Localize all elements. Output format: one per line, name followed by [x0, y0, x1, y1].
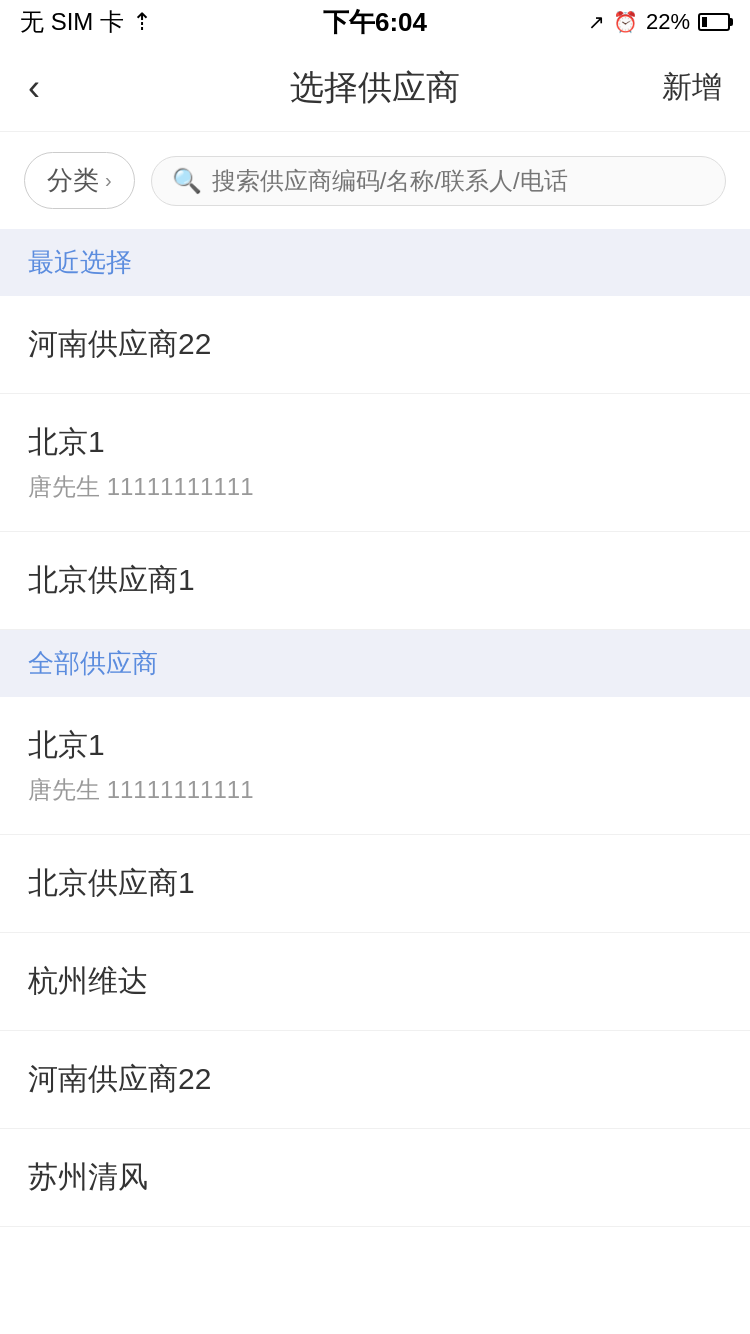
all-section-header: 全部供应商 [0, 630, 750, 697]
list-item[interactable]: 苏州清风 [0, 1129, 750, 1227]
battery-percent: 22% [646, 9, 690, 35]
list-item[interactable]: 北京1 唐先生 11111111111 [0, 394, 750, 532]
item-name: 苏州清风 [28, 1157, 722, 1198]
list-item[interactable]: 河南供应商22 [0, 1031, 750, 1129]
list-item[interactable]: 北京供应商1 [0, 835, 750, 933]
chevron-right-icon: › [105, 169, 112, 192]
search-box: 🔍 [151, 156, 726, 206]
status-right: ↗ ⏰ 22% [588, 9, 730, 35]
item-name: 河南供应商22 [28, 324, 722, 365]
list-item[interactable]: 北京供应商1 [0, 532, 750, 630]
nav-bar: ‹ 选择供应商 新增 [0, 44, 750, 132]
category-label: 分类 [47, 163, 99, 198]
item-sub: 唐先生 11111111111 [28, 471, 722, 503]
item-name: 北京1 [28, 725, 722, 766]
search-icon: 🔍 [172, 167, 202, 195]
recent-items-list: 河南供应商22 北京1 唐先生 11111111111 北京供应商1 [0, 296, 750, 630]
category-button[interactable]: 分类 › [24, 152, 135, 209]
item-sub: 唐先生 11111111111 [28, 774, 722, 806]
list-item[interactable]: 河南供应商22 [0, 296, 750, 394]
item-name: 北京供应商1 [28, 560, 722, 601]
list-item[interactable]: 杭州维达 [0, 933, 750, 1031]
location-icon: ↗ [588, 10, 605, 34]
status-bar: 无 SIM 卡 ⇡ 下午6:04 ↗ ⏰ 22% [0, 0, 750, 44]
back-button[interactable]: ‹ [28, 67, 88, 109]
alarm-icon: ⏰ [613, 10, 638, 34]
add-button[interactable]: 新增 [662, 67, 722, 108]
item-name: 北京供应商1 [28, 863, 722, 904]
all-items-list: 北京1 唐先生 11111111111 北京供应商1 杭州维达河南供应商22 苏州清风 [0, 697, 750, 1227]
all-section-label: 全部供应商 [28, 648, 158, 678]
status-left: 无 SIM 卡 ⇡ [20, 6, 152, 38]
filter-bar: 分类 › 🔍 [0, 132, 750, 229]
recent-section-header: 最近选择 [0, 229, 750, 296]
search-input[interactable] [212, 167, 705, 195]
list-item[interactable]: 北京1 唐先生 11111111111 [0, 697, 750, 835]
no-sim-text: 无 SIM 卡 [20, 6, 124, 38]
item-name: 杭州维达 [28, 961, 722, 1002]
recent-section-label: 最近选择 [28, 247, 132, 277]
status-time: 下午6:04 [323, 5, 427, 40]
page-title: 选择供应商 [290, 65, 460, 111]
item-name: 北京1 [28, 422, 722, 463]
item-name: 河南供应商22 [28, 1059, 722, 1100]
battery-icon [698, 13, 730, 31]
wifi-icon: ⇡ [132, 8, 152, 36]
